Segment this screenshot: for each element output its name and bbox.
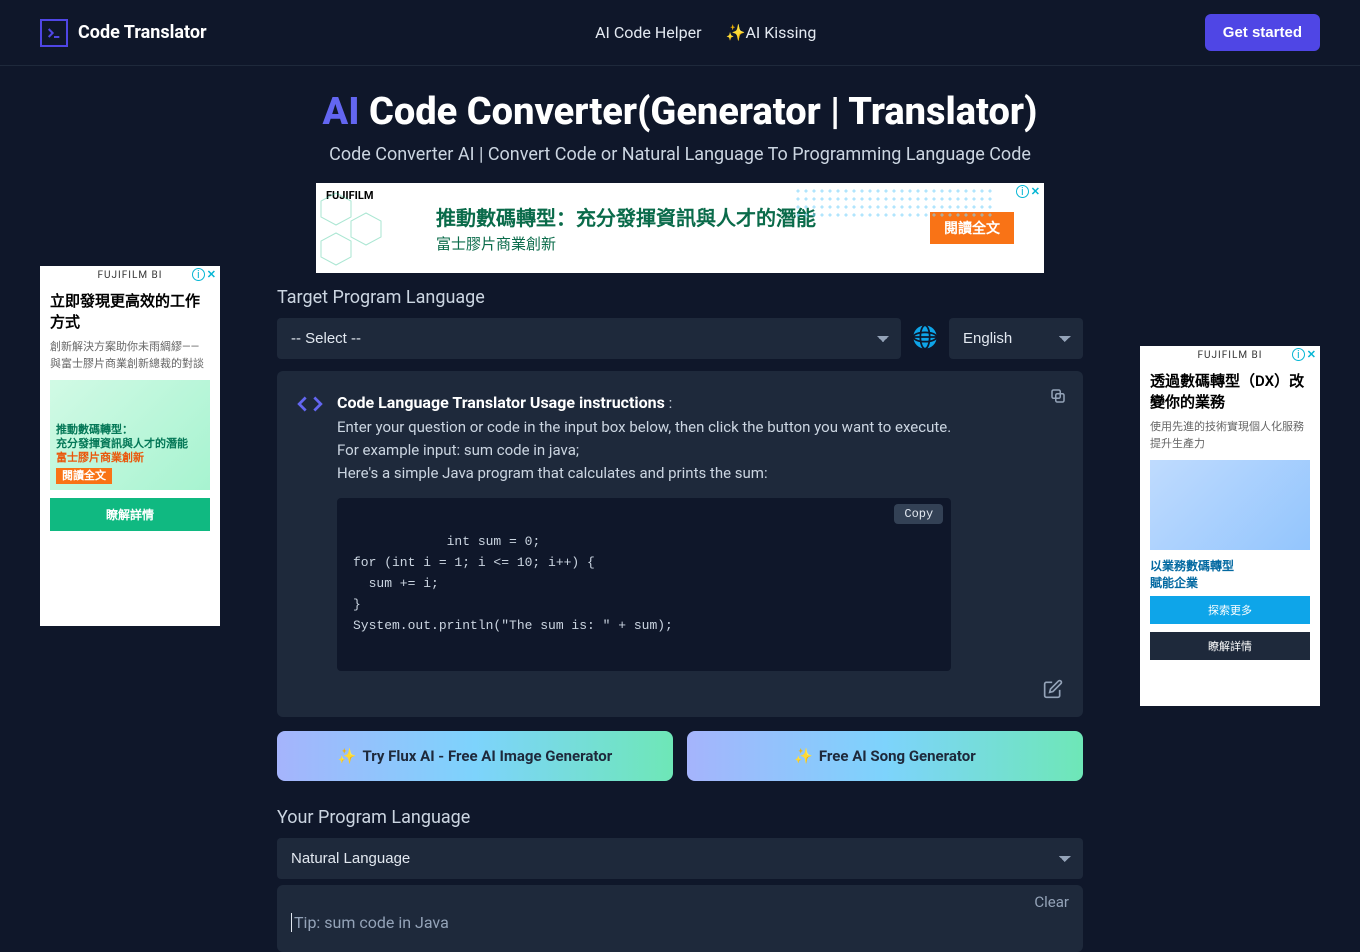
- instructions-panel: Code Language Translator Usage instructi…: [277, 371, 1083, 717]
- info-icon: i: [192, 268, 205, 281]
- clear-button[interactable]: Clear: [1034, 893, 1069, 911]
- ad-banner-top[interactable]: FUJIFILM 推動數碼轉型：充分發揮資訊與人才的潛能 富士膠片商業創新 閱讀…: [316, 183, 1044, 273]
- instructions-line: Here's a simple Java program that calcul…: [337, 464, 768, 482]
- interface-language-select[interactable]: English: [949, 318, 1083, 359]
- info-icon: i: [1292, 348, 1305, 361]
- ad-image: 推動數碼轉型： 充分發揮資訊與人才的潛能 富士膠片商業創新 閱讀全文: [50, 380, 210, 490]
- code-text: int sum = 0; for (int i = 1; i <= 10; i+…: [353, 534, 673, 632]
- close-ad-icon[interactable]: ✕: [1307, 348, 1316, 361]
- code-input-placeholder: Tip: sum code in Java: [291, 913, 1069, 932]
- target-language-label: Target Program Language: [277, 287, 1083, 308]
- ad-sidebar-right[interactable]: i✕ FUJIFILM BI 透過數碼轉型（DX）改變你的業務 使用先進的技術實…: [1140, 346, 1320, 706]
- promo-song-generator[interactable]: ✨Free AI Song Generator: [687, 731, 1083, 781]
- ad-choices[interactable]: i✕: [1016, 185, 1040, 198]
- ad-image: [1150, 460, 1310, 550]
- title-rest: Code Converter(Generator | Translator): [360, 90, 1038, 134]
- nav-ai-kissing[interactable]: ✨AI Kissing: [726, 23, 817, 42]
- instructions-line: Enter your question or code in the input…: [337, 418, 951, 436]
- ad-headline: 立即發現更高效的工作方式: [40, 285, 220, 339]
- dots-pattern-icon: [794, 187, 994, 217]
- sparkle-icon: ✨: [338, 747, 357, 765]
- sparkle-icon: ✨: [794, 747, 813, 765]
- page-subtitle: Code Converter AI | Convert Code or Natu…: [0, 144, 1360, 165]
- ad-subtext: 使用先進的技術實現個人化服務提升生產力: [1140, 419, 1320, 452]
- brand-name: Code Translator: [78, 22, 207, 43]
- ad-headline: 推動數碼轉型：充分發揮資訊與人才的潛能: [436, 202, 816, 231]
- ad-headline: 透過數碼轉型（DX）改變你的業務: [1140, 365, 1320, 419]
- ad-overlay-line: 富士膠片商業創新: [56, 451, 188, 465]
- source-language-label: Your Program Language: [277, 807, 1083, 828]
- instructions-line: For example input: sum code in java;: [337, 441, 579, 459]
- copy-icon[interactable]: [1049, 387, 1067, 409]
- instructions-title: Code Language Translator Usage instructi…: [337, 393, 665, 412]
- code-icon: [297, 391, 323, 421]
- promo-flux-ai[interactable]: ✨Try Flux AI - Free AI Image Generator: [277, 731, 673, 781]
- code-sample: Copy int sum = 0; for (int i = 1; i <= 10…: [337, 498, 951, 672]
- globe-icon: [911, 323, 939, 355]
- ad-choices[interactable]: i✕: [192, 268, 216, 281]
- code-input-panel[interactable]: Clear Tip: sum code in Java: [277, 885, 1083, 952]
- nav-ai-code-helper[interactable]: AI Code Helper: [595, 23, 701, 42]
- ad-overlay-line: 推動數碼轉型：: [56, 423, 188, 437]
- page-title: AI Code Converter(Generator | Translator…: [0, 90, 1360, 134]
- ad-learn-more-button[interactable]: 瞭解詳情: [1150, 632, 1310, 660]
- edit-icon[interactable]: [297, 679, 1063, 699]
- ad-learn-more-button[interactable]: 瞭解詳情: [50, 498, 210, 531]
- ad-slogan-line: 以業務數碼轉型: [1150, 558, 1310, 575]
- ad-explore-button[interactable]: 探索更多: [1150, 596, 1310, 624]
- get-started-button[interactable]: Get started: [1205, 14, 1320, 51]
- ad-sidebar-left[interactable]: i✕ FUJIFILM BI 立即發現更高效的工作方式 創新解決方案助你未雨綢繆…: [40, 266, 220, 626]
- copy-code-button[interactable]: Copy: [894, 504, 943, 524]
- close-ad-icon[interactable]: ✕: [207, 268, 216, 281]
- terminal-icon: [40, 19, 68, 47]
- ad-overlay-cta: 閱讀全文: [56, 468, 112, 484]
- hexagon-pattern-icon: [316, 183, 436, 273]
- target-language-select[interactable]: -- Select --: [277, 318, 901, 359]
- brand-group[interactable]: Code Translator: [40, 19, 207, 47]
- header: Code Translator AI Code Helper ✨AI Kissi…: [0, 0, 1360, 66]
- title-ai: AI: [323, 90, 360, 134]
- ad-choices[interactable]: i✕: [1292, 348, 1316, 361]
- ad-overlay-line: 充分發揮資訊與人才的潛能: [56, 437, 188, 451]
- ad-slogan-line: 賦能企業: [1150, 575, 1310, 592]
- ad-subtext: 創新解決方案助你未雨綢繆——與富士膠片商業創新總裁的對談: [40, 339, 220, 372]
- info-icon: i: [1016, 185, 1029, 198]
- ad-subhead: 富士膠片商業創新: [436, 233, 816, 254]
- close-ad-icon[interactable]: ✕: [1031, 185, 1040, 198]
- nav-links: AI Code Helper ✨AI Kissing: [595, 23, 816, 42]
